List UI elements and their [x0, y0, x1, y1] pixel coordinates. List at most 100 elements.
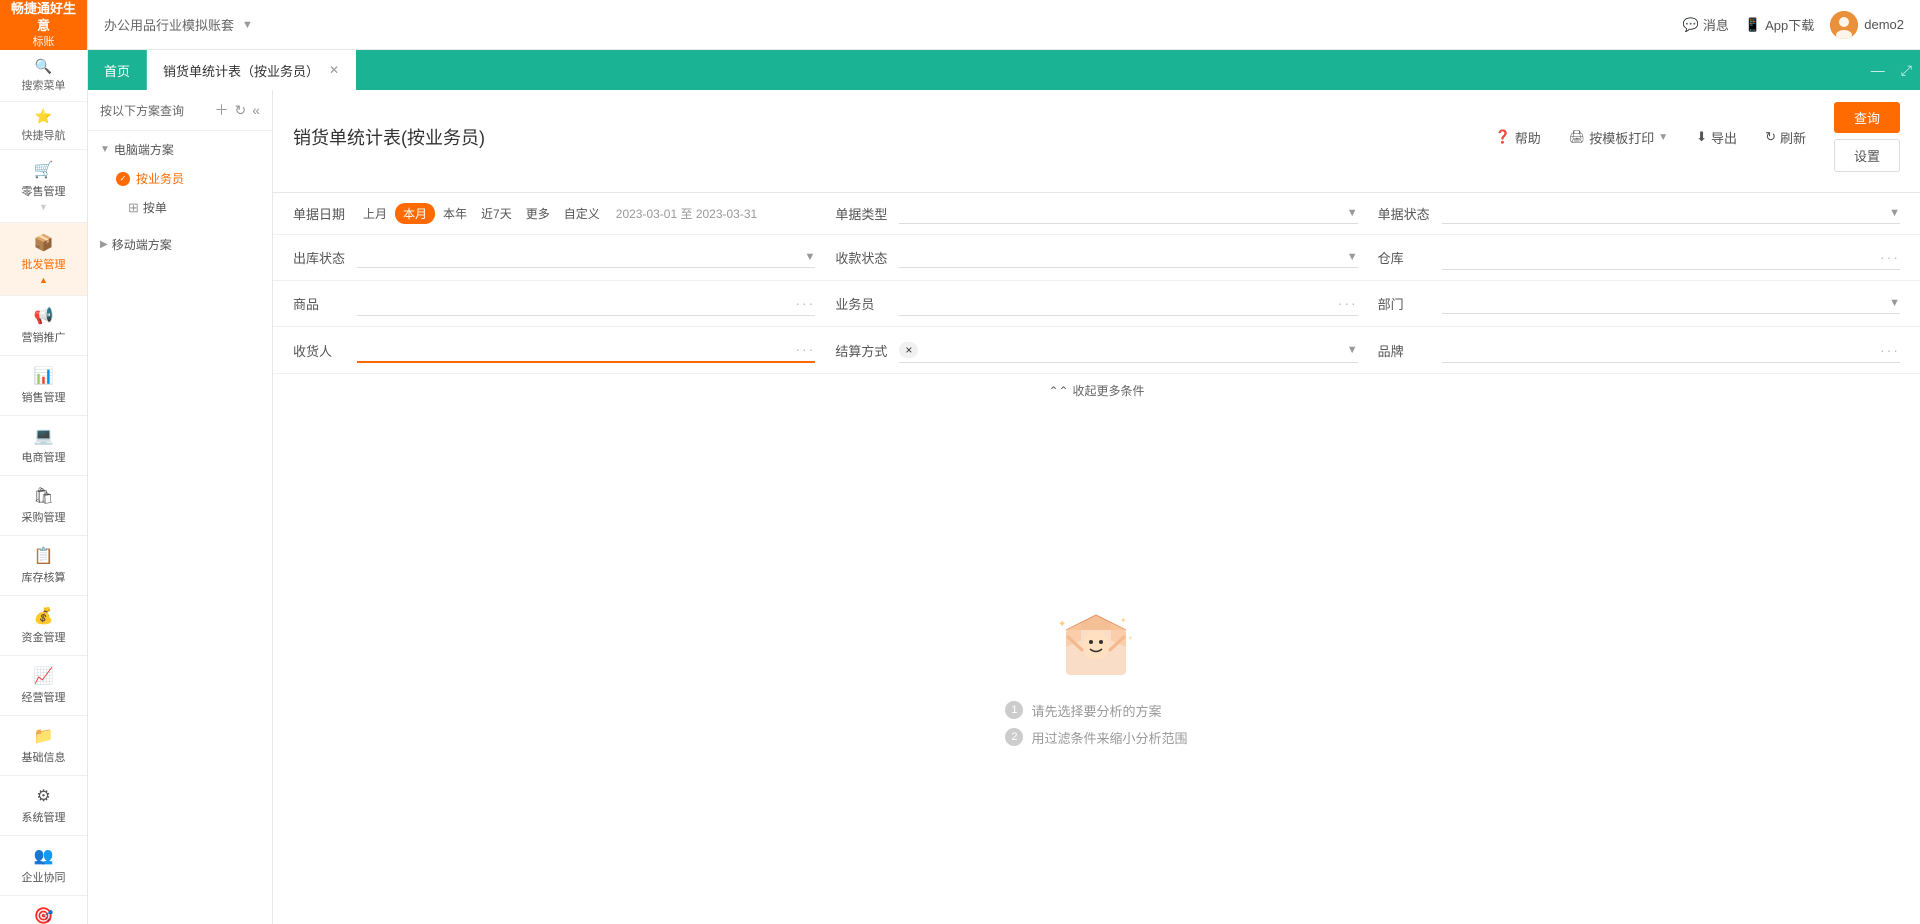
date-tab-thismonth[interactable]: 本月: [395, 203, 435, 224]
desktop-scheme-header[interactable]: ▼ 电脑端方案: [88, 135, 272, 164]
filter-outbound: 出库状态 ▼: [293, 247, 815, 268]
message-icon: 💬: [1683, 17, 1699, 33]
sidebar: 畅捷通好生意 标账 🔍 搜索菜单 ⭐ 快捷导航 🛒 零售管理 ▼ 📦 批发管理 …: [0, 0, 88, 924]
desktop-scheme-section: ▼ 电脑端方案 ✓ 按业务员 ⊞ 按单: [88, 131, 272, 226]
left-panel: 按以下方案查询 ＋ ↻ « ▼ 电脑端方案 ✓ 按业务员 ⊞ 按: [88, 90, 273, 924]
sidebar-item-marketing[interactable]: 📢 营销推广: [0, 296, 87, 356]
left-panel-actions: ＋ ↻ «: [214, 100, 260, 120]
active-dot-icon: ✓: [116, 172, 130, 186]
sidebar-logo: 畅捷通好生意 标账: [0, 0, 87, 50]
collapse-panel-icon[interactable]: «: [252, 102, 260, 118]
filter-settlement: 结算方式 × ▼: [835, 338, 1357, 363]
data-area: ✦ ✦ ✦ 1 请先选择要分析的方案 2 用过滤条件来缩小分析范围: [273, 407, 1920, 924]
outbound-label: 出库状态: [293, 248, 357, 267]
export-button[interactable]: ⬇ 导出: [1688, 124, 1745, 151]
dept-arrow-icon: ▼: [1889, 297, 1900, 309]
tab-maximize-icon[interactable]: ⤢: [1893, 62, 1920, 79]
message-button[interactable]: 💬 消息: [1683, 15, 1729, 34]
refresh-scheme-icon[interactable]: ↻: [234, 102, 246, 119]
brand-dots-icon: ···: [1880, 342, 1900, 358]
goods-label: 商品: [293, 294, 357, 313]
tab-minimize-icon[interactable]: —: [1863, 62, 1893, 78]
svg-text:✦: ✦: [1058, 619, 1066, 630]
left-panel-header: 按以下方案查询 ＋ ↻ «: [88, 90, 272, 131]
tab-close-icon[interactable]: ✕: [329, 63, 339, 77]
sidebar-item-search[interactable]: 🔍 搜索菜单: [0, 50, 87, 102]
date-tab-thisyear[interactable]: 本年: [437, 203, 473, 224]
query-button[interactable]: 查询: [1834, 102, 1900, 133]
salesman-control[interactable]: ···: [899, 291, 1357, 316]
help-button[interactable]: ❓ 帮助: [1487, 124, 1549, 151]
topbar-left: 办公用品行业模拟账套 ▼: [104, 15, 253, 34]
status-control[interactable]: ▼: [1442, 203, 1900, 224]
query-btn-group: 查询 设置: [1826, 102, 1900, 172]
main-area: 办公用品行业模拟账套 ▼ 💬 消息 📱 App下载 de: [88, 0, 1920, 924]
tab-home[interactable]: 首页: [88, 50, 147, 90]
date-tab-custom[interactable]: 自定义: [558, 203, 606, 224]
filter-row-2: 出库状态 ▼ 收款状态 ▼ 仓库: [273, 235, 1920, 281]
sidebar-item-quicknav[interactable]: ⭐ 快捷导航: [0, 102, 87, 150]
section-arrow-icon: ▼: [100, 144, 110, 155]
collapse-button[interactable]: ⌃⌃ 收起更多条件: [1048, 382, 1144, 399]
payment-control[interactable]: ▼: [899, 247, 1357, 268]
grid-icon: ⊞: [128, 200, 139, 216]
add-scheme-icon[interactable]: ＋: [214, 100, 228, 120]
filter-row-3: 商品 ··· 业务员 ··· 部门: [273, 281, 1920, 327]
goods-control[interactable]: ···: [357, 291, 815, 316]
user-menu[interactable]: demo2: [1830, 11, 1904, 39]
page-title-row: 销货单统计表(按业务员) ❓ 帮助 🖨 按模板打印 ▼ ⬇: [293, 102, 1900, 172]
warehouse-control[interactable]: ···: [1442, 245, 1900, 270]
brand-control[interactable]: ···: [1442, 338, 1900, 363]
receiver-dots-icon: ···: [795, 341, 815, 357]
svg-text:✦: ✦: [1120, 616, 1127, 625]
sidebar-item-inventory[interactable]: 📋 库存核算: [0, 536, 87, 596]
sidebar-item-ecommerce[interactable]: 💻 电商管理: [0, 416, 87, 476]
sidebar-item-newbie[interactable]: 🎯 新手引导: [0, 896, 87, 924]
sidebar-item-operation[interactable]: 📈 经营管理: [0, 656, 87, 716]
app-name-dropdown[interactable]: ▼: [242, 19, 253, 31]
sidebar-item-basic[interactable]: 📁 基础信息: [0, 716, 87, 776]
filter-type: 单据类型 ▼: [835, 203, 1357, 224]
app-name-label: 办公用品行业模拟账套: [104, 15, 234, 34]
scheme-by-salesman[interactable]: ✓ 按业务员: [88, 164, 272, 193]
salesman-dots-icon: ···: [1338, 295, 1358, 311]
tab-sales-stat[interactable]: 销货单统计表（按业务员） ✕: [147, 50, 356, 90]
filter-payment: 收款状态 ▼: [835, 247, 1357, 268]
sidebar-item-collab[interactable]: 👥 企业协同: [0, 836, 87, 896]
refresh-button[interactable]: ↻ 刷新: [1757, 124, 1814, 151]
sidebar-item-finance[interactable]: 💰 资金管理: [0, 596, 87, 656]
date-range-label: 2023-03-01 至 2023-03-31: [616, 205, 757, 222]
sidebar-item-system[interactable]: ⚙ 系统管理: [0, 776, 87, 836]
tab-controls: — ⤢: [1863, 62, 1920, 79]
settlement-label: 结算方式: [835, 341, 899, 360]
dept-control[interactable]: ▼: [1442, 293, 1900, 314]
app-download-button[interactable]: 📱 App下载: [1745, 15, 1814, 34]
payment-label: 收款状态: [835, 248, 899, 267]
sidebar-item-sales[interactable]: 📊 销售管理: [0, 356, 87, 416]
settings-button[interactable]: 设置: [1834, 139, 1900, 172]
sidebar-logo-text: 畅捷通好生意 标账: [8, 1, 79, 49]
template-print-button[interactable]: 🖨 按模板打印 ▼: [1561, 124, 1676, 151]
page-title: 销货单统计表(按业务员): [293, 124, 485, 150]
phone-icon: 📱: [1745, 17, 1761, 33]
filter-date: 单据日期 上月 本月 本年 近7天 更多 自定义 2023-03-01 至 20…: [293, 203, 815, 224]
mobile-scheme-header[interactable]: ▶ 移动端方案: [88, 230, 272, 259]
type-arrow-icon: ▼: [1347, 207, 1358, 219]
sidebar-item-wholesale[interactable]: 📦 批发管理 ▲: [0, 223, 87, 296]
refresh-icon: ↻: [1765, 129, 1776, 145]
collapse-section: ⌃⌃ 收起更多条件: [273, 374, 1920, 407]
salesman-label: 业务员: [835, 294, 899, 313]
settlement-control[interactable]: × ▼: [899, 338, 1357, 363]
empty-state: ✦ ✦ ✦ 1 请先选择要分析的方案 2 用过滤条件来缩小分析范围: [1005, 585, 1187, 747]
type-control[interactable]: ▼: [899, 203, 1357, 224]
outbound-control[interactable]: ▼: [357, 247, 815, 268]
date-tab-more[interactable]: 更多: [520, 203, 556, 224]
scheme-by-order[interactable]: ⊞ 按单: [88, 193, 272, 222]
date-tab-lastmonth[interactable]: 上月: [357, 203, 393, 224]
page-header: 销货单统计表(按业务员) ❓ 帮助 🖨 按模板打印 ▼ ⬇: [273, 90, 1920, 193]
receiver-control[interactable]: ···: [357, 337, 815, 363]
sidebar-item-purchase[interactable]: 🛍 采购管理: [0, 476, 87, 536]
date-tab-7days[interactable]: 近7天: [475, 203, 518, 224]
sidebar-item-retail[interactable]: 🛒 零售管理 ▼: [0, 150, 87, 223]
brand-label: 品牌: [1378, 341, 1442, 360]
